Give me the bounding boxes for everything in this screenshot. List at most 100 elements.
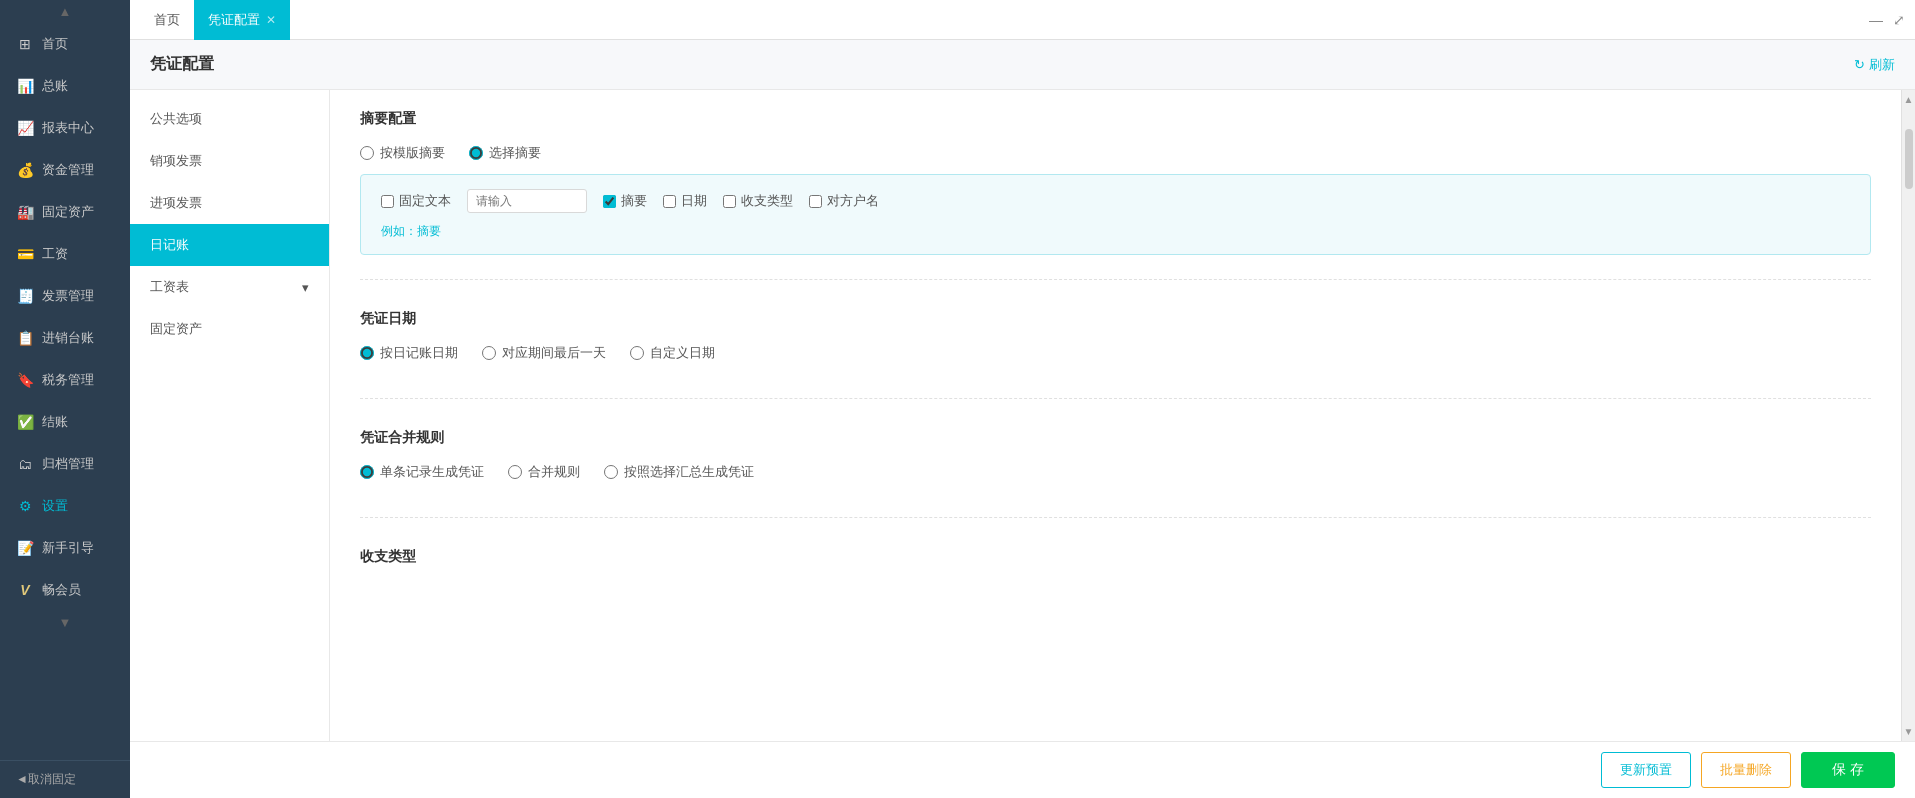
radio-journal-date[interactable]: 按日记账日期 [360, 344, 458, 362]
home-icon: ⊞ [16, 36, 34, 52]
fixed-text-input[interactable] [467, 189, 587, 213]
footer-bar: 更新预置 批量删除 保 存 [130, 741, 1915, 798]
tab-bar: 首页 凭证配置 ✕ — ⤢ [130, 0, 1915, 40]
guide-icon: 📝 [16, 540, 34, 556]
radio-custom-date-input[interactable] [630, 346, 644, 360]
checkbox-summary-input[interactable] [603, 195, 616, 208]
radio-merge-rule-input[interactable] [508, 465, 522, 479]
radio-select-summary[interactable]: 选择摘要 [469, 144, 541, 162]
sidebar-item-salary[interactable]: 💳 工资 [0, 233, 130, 275]
page-title: 凭证配置 [150, 54, 214, 75]
radio-last-day-input[interactable] [482, 346, 496, 360]
checkbox-fixed-text[interactable]: 固定文本 [381, 192, 451, 210]
refresh-icon: ↻ [1854, 57, 1865, 72]
save-button[interactable]: 保 存 [1801, 752, 1895, 788]
sidebar-item-reports[interactable]: 📈 报表中心 [0, 107, 130, 149]
sub-sidebar-item-public[interactable]: 公共选项 [130, 98, 329, 140]
ledger-icon: 📊 [16, 78, 34, 94]
vip-icon: V [16, 582, 34, 598]
checkbox-summary[interactable]: 摘要 [603, 192, 647, 210]
tab-voucher[interactable]: 凭证配置 ✕ [194, 0, 290, 40]
summary-options-box: 固定文本 摘要 日期 [360, 174, 1871, 255]
reports-icon: 📈 [16, 120, 34, 136]
sub-sidebar-item-payroll[interactable]: 工资表 ▾ [130, 266, 329, 308]
sub-sidebar-item-journal[interactable]: 日记账 [130, 224, 329, 266]
payroll-expand-icon: ▾ [302, 280, 309, 295]
sub-sidebar-item-purchase-invoice[interactable]: 进项发票 [130, 182, 329, 224]
invoice-icon: 🧾 [16, 288, 34, 304]
section-merge: 凭证合并规则 单条记录生成凭证 合并规则 [360, 429, 1871, 518]
inner-layout: 公共选项 销项发票 进项发票 日记账 工资表 ▾ 固定资产 [130, 90, 1915, 741]
section-merge-title: 凭证合并规则 [360, 429, 1871, 447]
close-tab-voucher[interactable]: ✕ [266, 13, 276, 27]
checkbox-counterpart-name[interactable]: 对方户名 [809, 192, 879, 210]
section-date-title: 凭证日期 [360, 310, 1871, 328]
checkbox-counterpart-name-input[interactable] [809, 195, 822, 208]
radio-journal-date-input[interactable] [360, 346, 374, 360]
radio-summary-generate-input[interactable] [604, 465, 618, 479]
radio-last-day[interactable]: 对应期间最后一天 [482, 344, 606, 362]
sidebar-scroll-down[interactable]: ▼ [0, 611, 130, 634]
sub-sidebar: 公共选项 销项发票 进项发票 日记账 工资表 ▾ 固定资产 [130, 90, 330, 741]
archive-icon: 🗂 [16, 456, 34, 472]
sidebar-item-vip[interactable]: V 畅会员 [0, 569, 130, 611]
checkbox-income-type-input[interactable] [723, 195, 736, 208]
radio-summary-generate[interactable]: 按照选择汇总生成凭证 [604, 463, 754, 481]
trade-icon: 📋 [16, 330, 34, 346]
content-area: 凭证配置 ↻ 刷新 公共选项 销项发票 进项发票 日记账 [130, 40, 1915, 798]
sidebar-item-guide[interactable]: 📝 新手引导 [0, 527, 130, 569]
page-header: 凭证配置 ↻ 刷新 [130, 40, 1915, 90]
section-date: 凭证日期 按日记账日期 对应期间最后一天 [360, 310, 1871, 399]
sidebar-item-home[interactable]: ⊞ 首页 [0, 23, 130, 65]
checkbox-date-input[interactable] [663, 195, 676, 208]
sidebar-item-trade[interactable]: 📋 进销台账 [0, 317, 130, 359]
assets-icon: 🏭 [16, 204, 34, 220]
refresh-button[interactable]: ↻ 刷新 [1854, 56, 1895, 74]
summary-radio-group: 按模版摘要 选择摘要 [360, 144, 1871, 162]
maximize-icon[interactable]: ⤢ [1893, 12, 1905, 28]
checkbox-income-type[interactable]: 收支类型 [723, 192, 793, 210]
radio-single[interactable]: 单条记录生成凭证 [360, 463, 484, 481]
radio-custom-date[interactable]: 自定义日期 [630, 344, 715, 362]
merge-radio-group: 单条记录生成凭证 合并规则 按照选择汇总生成凭证 [360, 463, 1871, 481]
radio-template-summary[interactable]: 按模版摘要 [360, 144, 445, 162]
update-preview-button[interactable]: 更新预置 [1601, 752, 1691, 788]
checkout-icon: ✅ [16, 414, 34, 430]
sidebar-item-archive[interactable]: 🗂 归档管理 [0, 443, 130, 485]
section-summary-title: 摘要配置 [360, 110, 1871, 128]
sidebar: ▲ ⊞ 首页 📊 总账 📈 报表中心 💰 资金管理 🏭 固定资产 💳 工资 🧾 … [0, 0, 130, 798]
scroll-up-arrow[interactable]: ▲ [1900, 90, 1915, 109]
checkbox-date[interactable]: 日期 [663, 192, 707, 210]
sub-sidebar-item-fixed-assets[interactable]: 固定资产 [130, 308, 329, 350]
sidebar-item-tax[interactable]: 🔖 税务管理 [0, 359, 130, 401]
scroll-down-arrow[interactable]: ▼ [1900, 722, 1915, 741]
radio-select-summary-input[interactable] [469, 146, 483, 160]
sidebar-item-funds[interactable]: 💰 资金管理 [0, 149, 130, 191]
scrollbar-right[interactable]: ▲ ▼ [1901, 90, 1915, 741]
section-summary: 摘要配置 按模版摘要 选择摘要 [360, 110, 1871, 280]
section-income-expense: 收支类型 [360, 548, 1871, 606]
sidebar-item-assets[interactable]: 🏭 固定资产 [0, 191, 130, 233]
sidebar-item-settings[interactable]: ⚙ 设置 [0, 485, 130, 527]
scroll-thumb[interactable] [1905, 129, 1913, 189]
right-content: 摘要配置 按模版摘要 选择摘要 [330, 90, 1901, 741]
batch-delete-button[interactable]: 批量删除 [1701, 752, 1791, 788]
sidebar-item-checkout[interactable]: ✅ 结账 [0, 401, 130, 443]
radio-single-input[interactable] [360, 465, 374, 479]
main-area: 首页 凭证配置 ✕ — ⤢ 凭证配置 ↻ 刷新 公共选项 [130, 0, 1915, 798]
tab-home[interactable]: 首页 [140, 0, 194, 40]
funds-icon: 💰 [16, 162, 34, 178]
sidebar-scroll-up[interactable]: ▲ [0, 0, 130, 23]
radio-merge-rule[interactable]: 合并规则 [508, 463, 580, 481]
salary-icon: 💳 [16, 246, 34, 262]
tax-icon: 🔖 [16, 372, 34, 388]
tab-bar-icons: — ⤢ [1869, 12, 1905, 28]
minimize-icon[interactable]: — [1869, 12, 1883, 28]
sidebar-item-ledger[interactable]: 📊 总账 [0, 65, 130, 107]
sidebar-unpin-button[interactable]: ◄取消固定 [0, 760, 130, 798]
radio-template-summary-input[interactable] [360, 146, 374, 160]
sub-sidebar-item-sales-invoice[interactable]: 销项发票 [130, 140, 329, 182]
checkbox-fixed-text-input[interactable] [381, 195, 394, 208]
sidebar-item-invoice[interactable]: 🧾 发票管理 [0, 275, 130, 317]
summary-checkboxes-row: 固定文本 摘要 日期 [381, 189, 1850, 213]
